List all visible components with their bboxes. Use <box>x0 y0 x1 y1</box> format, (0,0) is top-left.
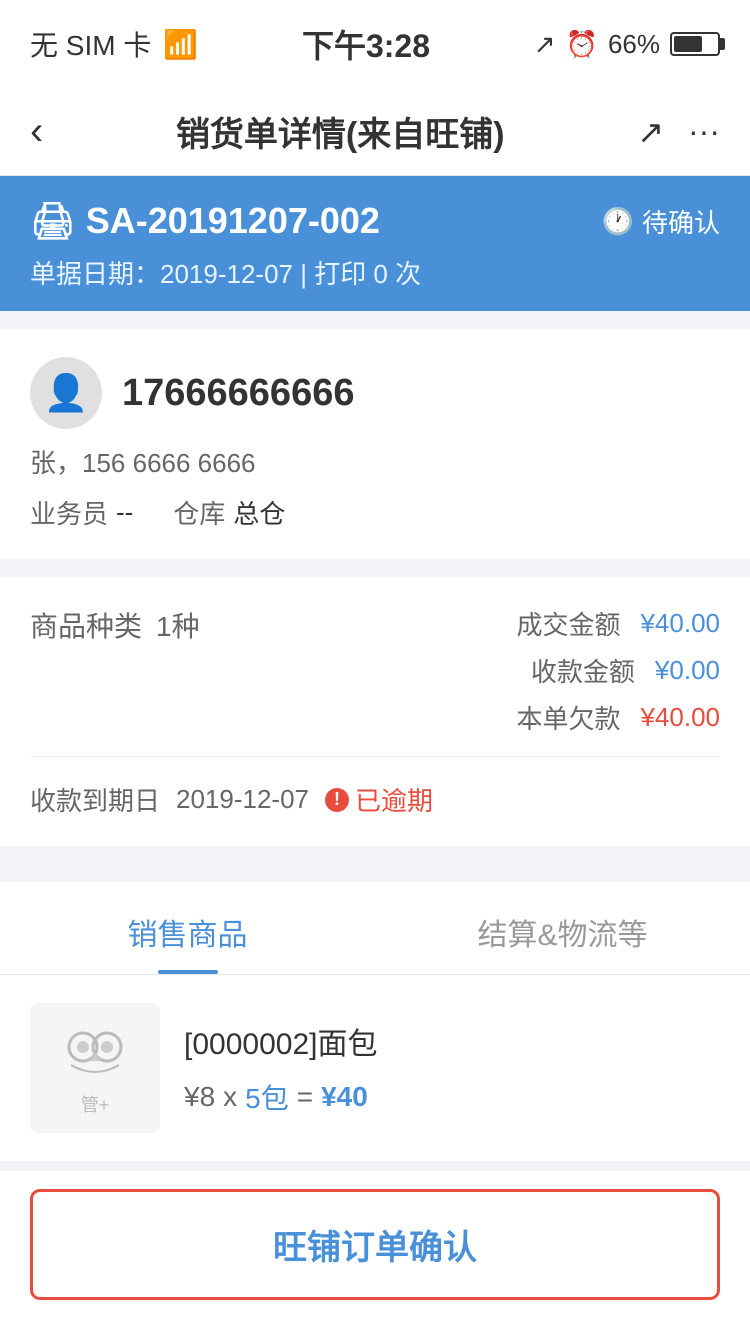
due-date-value: 2019-12-07 <box>176 784 309 815</box>
product-thumbnail: 管+ <box>30 1003 160 1133</box>
status-bar: 无 SIM 卡 📶 下午3:28 ↗ ⏰ 66% <box>0 0 750 88</box>
product-type-value: 1种 <box>156 605 200 645</box>
bottom-bar: 旺铺订单确认 <box>0 1171 750 1334</box>
product-price-row: ¥8 x 5包 = ¥40 <box>184 1077 720 1117</box>
salesperson-field: 业务员 -- <box>30 494 133 531</box>
transaction-row: 成交金额 ¥40.00 <box>516 605 720 642</box>
transaction-label: 成交金额 <box>516 605 620 642</box>
salesperson-value: -- <box>116 497 133 528</box>
amount-section: 商品种类 1种 成交金额 ¥40.00 收款金额 ¥0.00 本单欠款 ¥40.… <box>0 577 750 846</box>
product-list: 管+ [0000002]面包 ¥8 x 5包 = ¥40 <box>0 975 750 1161</box>
status-right: ↗ ⏰ 66% <box>534 29 720 60</box>
wifi-icon: 📶 <box>163 28 198 61</box>
confirm-order-button[interactable]: 旺铺订单确认 <box>30 1189 720 1300</box>
nav-bar: ‹ 销货单详情(来自旺铺) ↗ ··· <box>0 88 750 176</box>
table-row: 管+ [0000002]面包 ¥8 x 5包 = ¥40 <box>30 1003 720 1133</box>
battery-percent: 66% <box>608 29 660 60</box>
multiply-symbol: x <box>223 1081 237 1113</box>
share-button[interactable]: ↗ <box>637 113 664 151</box>
warehouse-value: 总仓 <box>233 494 285 531</box>
avatar: 👤 <box>30 357 102 429</box>
order-status: 🕐 待确认 <box>602 203 720 240</box>
due-date-label: 收款到期日 <box>30 781 160 818</box>
received-label: 收款金额 <box>531 652 635 689</box>
overdue-icon: ! <box>325 788 349 812</box>
product-code: [0000002] <box>184 1028 317 1061</box>
status-left: 无 SIM 卡 📶 <box>30 24 198 64</box>
location-icon: ↗ <box>534 29 556 60</box>
product-type-field: 商品种类 1种 <box>30 605 200 645</box>
warehouse-label: 仓库 <box>173 494 225 531</box>
tab-products[interactable]: 销售商品 <box>0 882 375 974</box>
customer-section: 👤 17666666666 张，156 6666 6666 业务员 -- 仓库 … <box>0 329 750 559</box>
back-button[interactable]: ‹ <box>30 109 43 154</box>
balance-value: ¥40.00 <box>640 702 720 733</box>
battery-icon <box>670 32 720 56</box>
order-header: 🖨 SA-20191207-002 🕐 待确认 单据日期：2019-12-07 … <box>0 176 750 311</box>
status-time: 下午3:28 <box>302 21 430 67</box>
transaction-value: ¥40.00 <box>640 608 720 639</box>
received-value: ¥0.00 <box>655 655 720 686</box>
equals-symbol: = <box>297 1081 313 1113</box>
overdue-badge: ! 已逾期 <box>325 781 433 818</box>
tab-settlement[interactable]: 结算&物流等 <box>375 882 750 974</box>
tabs-section: 销售商品 结算&物流等 <box>0 882 750 1161</box>
status-clock-icon: 🕐 <box>602 206 634 237</box>
order-id: 🖨 SA-20191207-002 <box>30 200 380 242</box>
due-row: 收款到期日 2019-12-07 ! 已逾期 <box>30 781 720 818</box>
price-qty: 5包 <box>245 1077 289 1117</box>
balance-row: 本单欠款 ¥40.00 <box>516 699 720 736</box>
warehouse-field: 仓库 总仓 <box>173 494 285 531</box>
product-type-label: 商品种类 <box>30 605 142 645</box>
received-row: 收款金额 ¥0.00 <box>531 652 720 689</box>
due-date-section: 收款到期日 2019-12-07 ! 已逾期 <box>30 756 720 818</box>
balance-label: 本单欠款 <box>516 699 620 736</box>
avatar-icon: 👤 <box>44 372 89 414</box>
price-total: ¥40 <box>321 1081 368 1113</box>
customer-details: 业务员 -- 仓库 总仓 <box>30 494 720 531</box>
product-thumb-text: 管+ <box>81 1091 110 1117</box>
order-meta: 单据日期：2019-12-07 | 打印 0 次 <box>30 254 720 291</box>
divider-2 <box>0 846 750 864</box>
product-name: [0000002]面包 <box>184 1019 720 1063</box>
price-unit: ¥8 <box>184 1081 215 1113</box>
no-sim-text: 无 SIM 卡 <box>30 24 151 64</box>
tabs-row: 销售商品 结算&物流等 <box>0 882 750 975</box>
more-button[interactable]: ··· <box>688 113 720 150</box>
product-info: [0000002]面包 ¥8 x 5包 = ¥40 <box>184 1019 720 1117</box>
financial-summary: 成交金额 ¥40.00 收款金额 ¥0.00 本单欠款 ¥40.00 <box>516 605 720 736</box>
order-icon: 🖨 <box>30 200 76 242</box>
overdue-text: 已逾期 <box>355 781 433 818</box>
product-thumb-logo <box>55 1019 135 1089</box>
divider-1 <box>0 559 750 577</box>
nav-actions: ↗ ··· <box>637 113 720 151</box>
customer-info: 张，156 6666 6666 <box>30 443 720 480</box>
alarm-icon: ⏰ <box>566 29 598 60</box>
salesperson-label: 业务员 <box>30 494 108 531</box>
page-title: 销货单详情(来自旺铺) <box>176 107 505 156</box>
customer-phone: 17666666666 <box>122 372 354 415</box>
